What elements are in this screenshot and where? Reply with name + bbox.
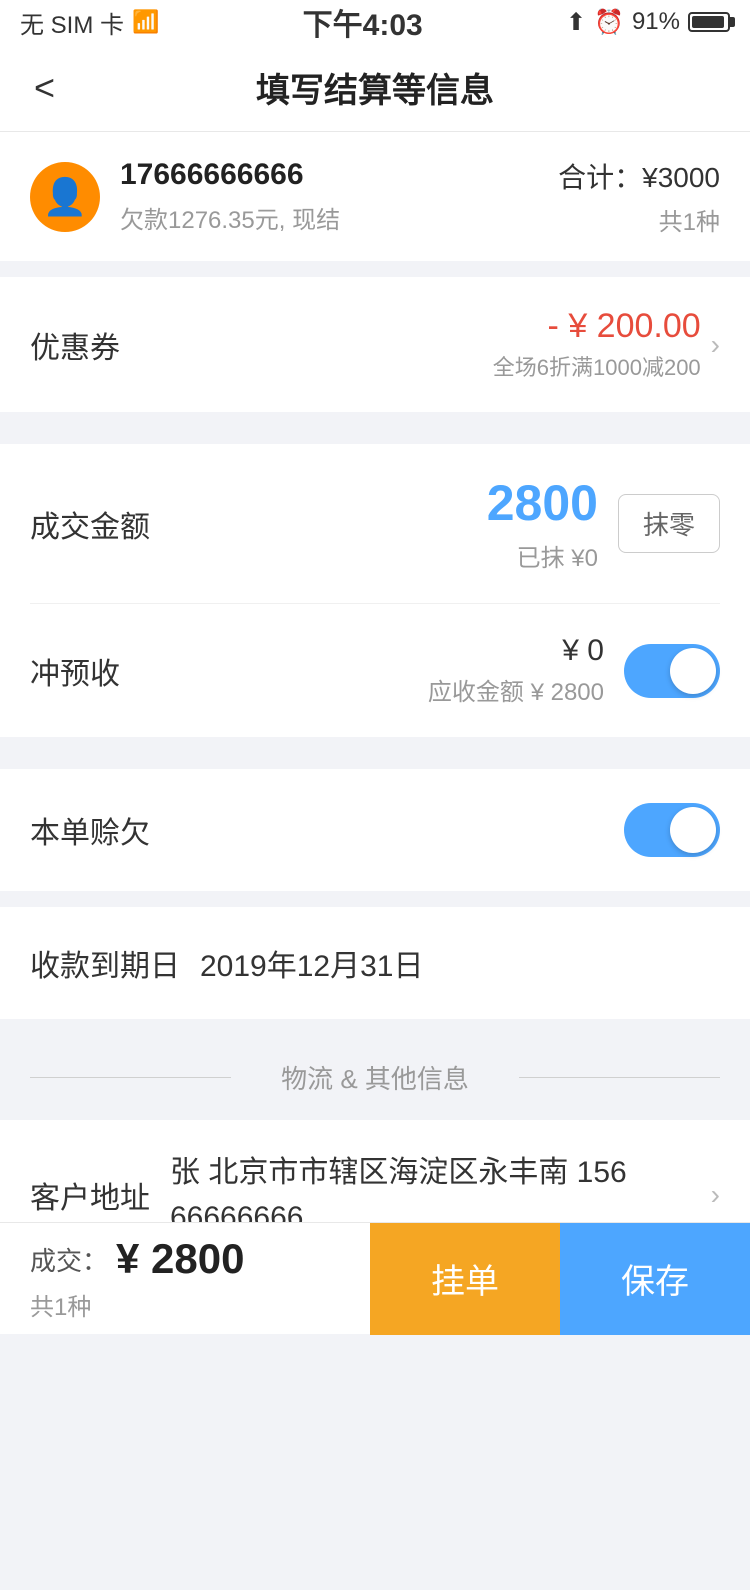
prepay-right: ¥ 0 应收金额 ¥ 2800 — [428, 634, 720, 707]
page-title: 填写结算等信息 — [256, 63, 494, 112]
amount-section: 成交金额 2800 已抹 ¥0 抹零 冲预收 ¥ 0 应收金额 ¥ 2800 — [0, 444, 750, 737]
save-button[interactable]: 保存 — [560, 1223, 750, 1335]
customer-card: 👤 17666666666 欠款1276.35元, 现结 合计：¥3000 共1… — [0, 132, 750, 261]
amount-right: 2800 已抹 ¥0 抹零 — [487, 474, 720, 573]
status-right: ⬆ ⏰ 91% — [566, 8, 730, 37]
wifi-icon: 📶 — [132, 9, 159, 35]
divider-line-left — [30, 1077, 231, 1078]
back-button[interactable]: < — [24, 57, 65, 119]
due-date-section: 收款到期日 2019年12月31日 — [0, 907, 750, 1019]
coupon-discount: - ¥ 200.00 — [493, 307, 701, 346]
carrier-label: 无 SIM 卡 — [20, 5, 124, 40]
customer-phone: 17666666666 — [120, 158, 340, 192]
bottom-bar: 成交： ¥ 2800 共1种 挂单 保存 — [0, 1222, 750, 1334]
deal-label: 成交： — [30, 1241, 108, 1278]
nav-bar: < 填写结算等信息 — [0, 44, 750, 132]
address-label: 客户地址 — [30, 1173, 150, 1217]
due-date-value: 2019年12月31日 — [200, 941, 423, 985]
debt-row: 本单赊欠 — [30, 769, 720, 891]
customer-info: 17666666666 欠款1276.35元, 现结 — [120, 158, 340, 235]
amount-col: 2800 已抹 ¥0 — [487, 474, 598, 573]
bottom-deal: 成交： ¥ 2800 — [30, 1235, 340, 1283]
avatar-icon: 👤 — [43, 176, 88, 218]
total-amount: 合计：¥3000 — [558, 156, 720, 196]
coupon-description: 全场6折满1000减200 — [493, 350, 701, 382]
toggle-knob — [670, 648, 716, 694]
customer-total: 合计：¥3000 共1种 — [558, 156, 720, 237]
hold-order-button[interactable]: 挂单 — [370, 1223, 560, 1335]
transaction-amount-row: 成交金额 2800 已抹 ¥0 抹零 — [30, 444, 720, 604]
due-row: 收款到期日 2019年12月31日 — [30, 941, 720, 985]
prepay-row: 冲预收 ¥ 0 应收金额 ¥ 2800 — [30, 604, 720, 737]
chevron-right-icon: › — [711, 329, 720, 361]
prepay-info: ¥ 0 应收金额 ¥ 2800 — [428, 634, 604, 707]
amount-label: 成交金额 — [30, 502, 150, 546]
location-icon: ⬆ — [566, 8, 586, 37]
coupon-right: - ¥ 200.00 全场6折满1000减200 › — [493, 307, 720, 382]
battery-percent: 91% — [632, 8, 680, 36]
alarm-icon: ⏰ — [594, 8, 624, 37]
debt-toggle-knob — [670, 807, 716, 853]
prepay-toggle[interactable] — [624, 644, 720, 698]
logistics-label: 物流 & 其他信息 — [281, 1059, 469, 1096]
coupon-label: 优惠券 — [30, 323, 120, 367]
customer-left: 👤 17666666666 欠款1276.35元, 现结 — [30, 158, 340, 235]
prepay-amount: ¥ 0 — [428, 634, 604, 668]
bottom-count: 共1种 — [30, 1287, 340, 1322]
deal-amount: ¥ 2800 — [116, 1235, 244, 1283]
time-display: 下午4:03 — [303, 0, 423, 44]
customer-debt: 欠款1276.35元, 现结 — [120, 200, 340, 235]
prepay-label: 冲预收 — [30, 649, 120, 693]
amount-value: 2800 — [487, 474, 598, 532]
due-date-label: 收款到期日 — [30, 941, 180, 985]
divider-2 — [0, 753, 750, 769]
address-chevron-icon: › — [711, 1179, 720, 1211]
battery-icon — [688, 12, 730, 32]
debt-toggle[interactable] — [624, 803, 720, 857]
bottom-summary: 成交： ¥ 2800 共1种 — [0, 1235, 370, 1322]
prepay-receivable: 应收金额 ¥ 2800 — [428, 672, 604, 707]
total-count: 共1种 — [558, 202, 720, 237]
divider-1 — [0, 428, 750, 444]
avatar: 👤 — [30, 162, 100, 232]
round-off-button[interactable]: 抹零 — [618, 494, 720, 553]
status-left: 无 SIM 卡 📶 — [20, 5, 159, 40]
debt-section: 本单赊欠 — [0, 769, 750, 891]
divider-line-right — [519, 1077, 720, 1078]
status-bar: 无 SIM 卡 📶 下午4:03 ⬆ ⏰ 91% — [0, 0, 750, 44]
logistics-divider: 物流 & 其他信息 — [0, 1035, 750, 1120]
coupon-row[interactable]: 优惠券 - ¥ 200.00 全场6折满1000减200 › — [0, 277, 750, 412]
coupon-info: - ¥ 200.00 全场6折满1000减200 — [493, 307, 701, 382]
content-area: 👤 17666666666 欠款1276.35元, 现结 合计：¥3000 共1… — [0, 132, 750, 1590]
rounded-label: 已抹 ¥0 — [517, 538, 598, 573]
debt-label: 本单赊欠 — [30, 808, 150, 852]
